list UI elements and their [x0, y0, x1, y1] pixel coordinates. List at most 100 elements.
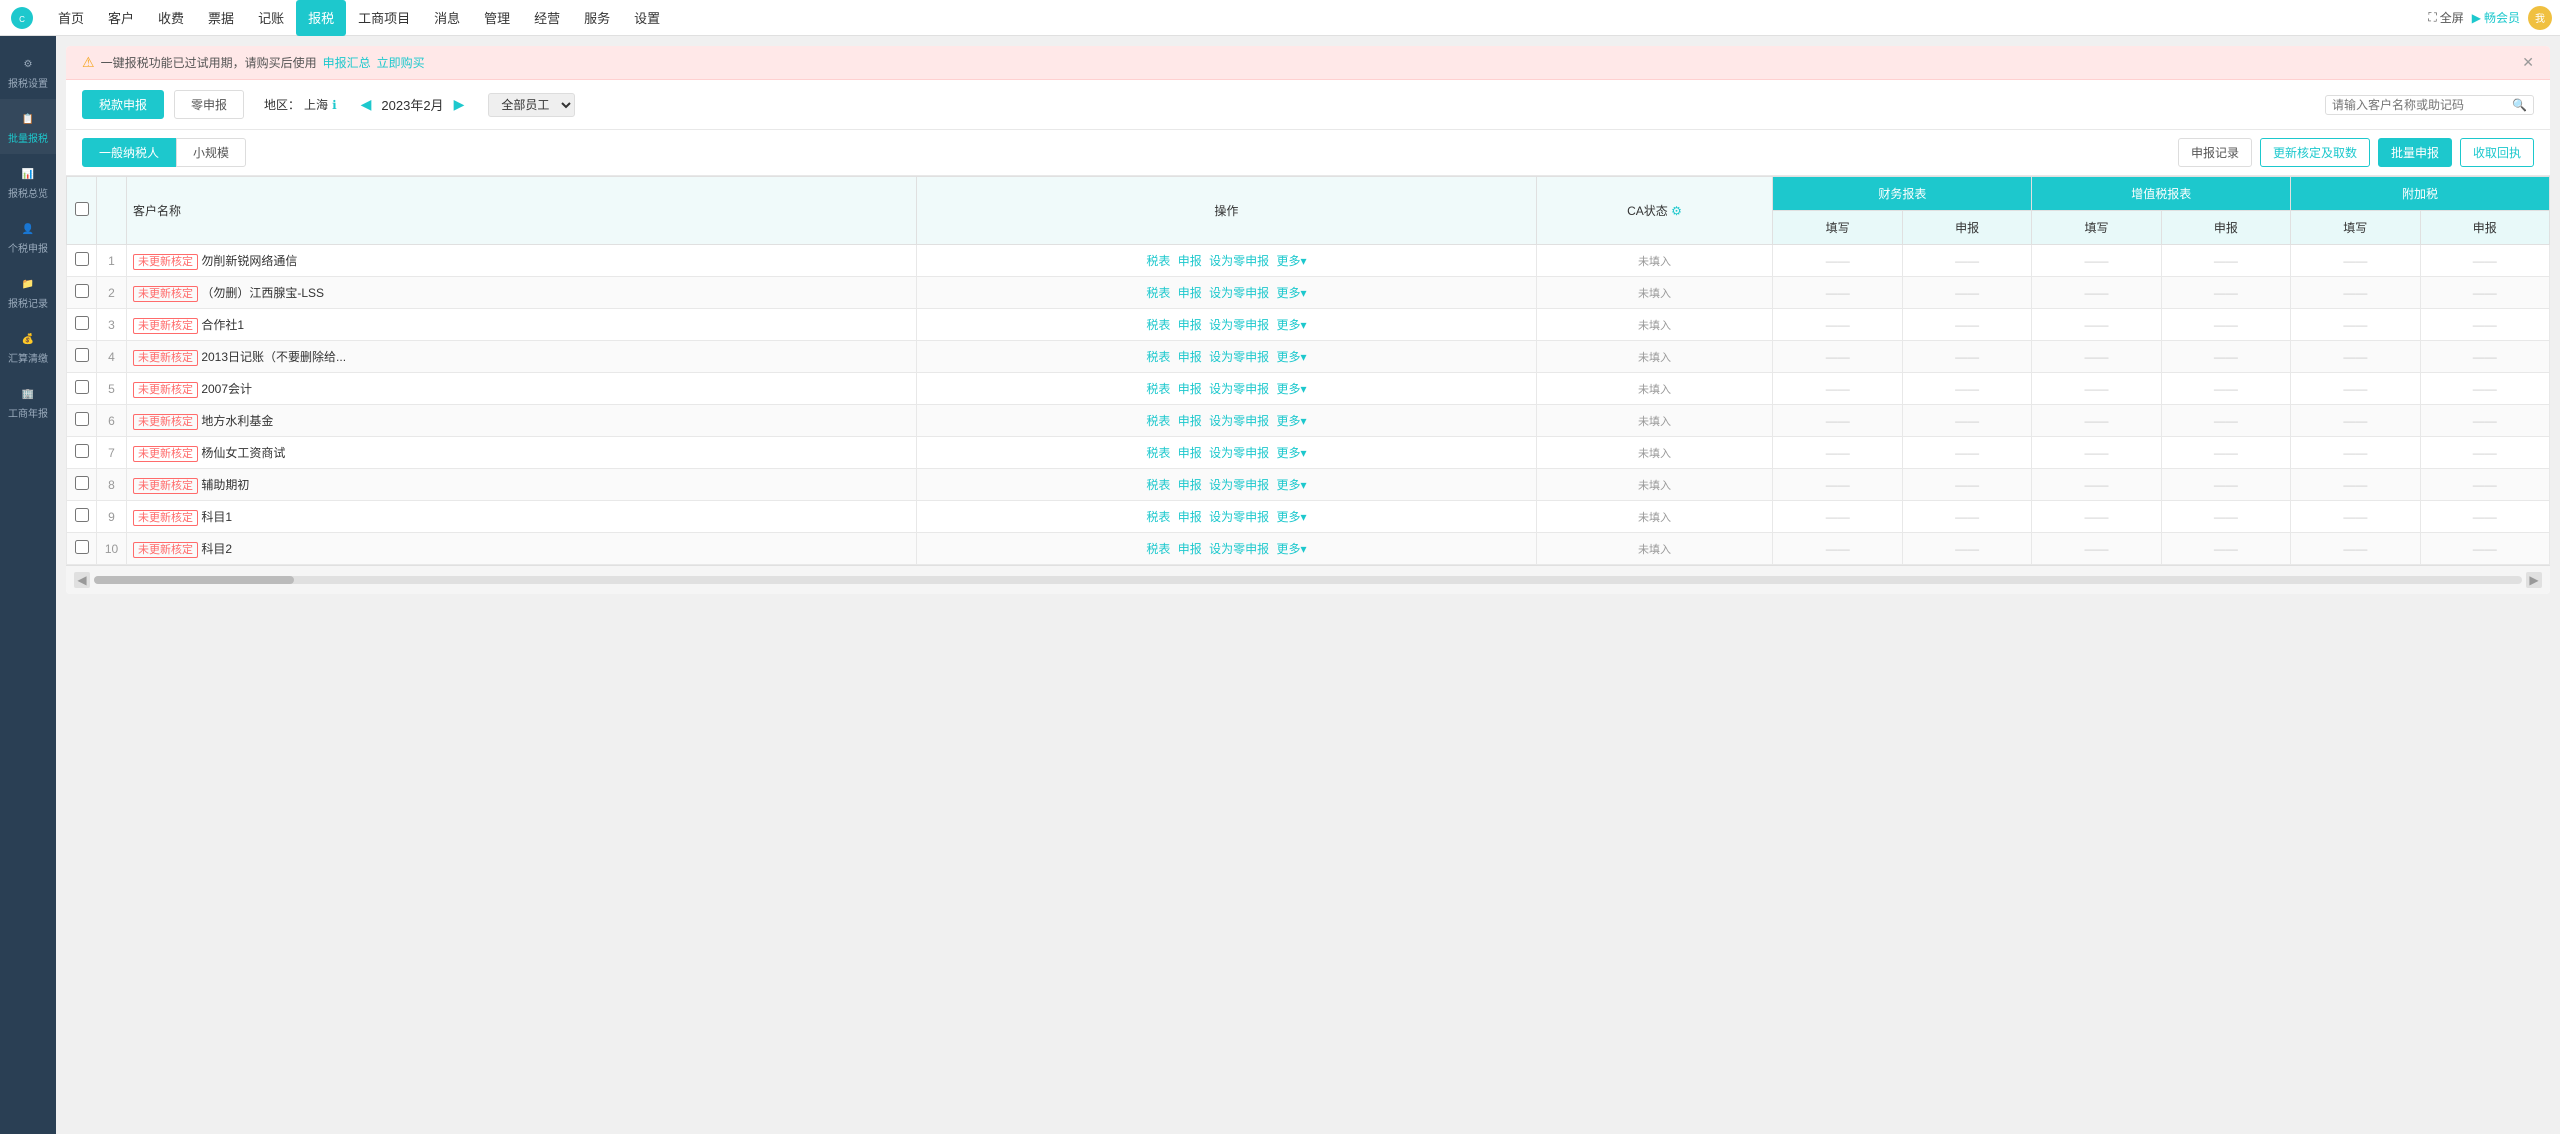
row-check-1[interactable] [75, 284, 89, 298]
next-month-button[interactable]: ▶ [450, 96, 469, 113]
row-check-4[interactable] [75, 380, 89, 394]
nav-bookkeeping[interactable]: 记账 [246, 0, 296, 36]
nav-invoice[interactable]: 票据 [196, 0, 246, 36]
op-declare-4[interactable]: 申报 [1176, 382, 1204, 396]
op-tax-form-9[interactable]: 税表 [1144, 542, 1172, 556]
declaration-record-button[interactable]: 申报记录 [2178, 138, 2252, 167]
avatar[interactable]: 我 [2528, 6, 2552, 30]
op-more-0[interactable]: 更多▾ [1274, 254, 1308, 268]
op-tax-form-2[interactable]: 税表 [1144, 318, 1172, 332]
op-tax-form-0[interactable]: 税表 [1144, 254, 1172, 268]
op-declare-9[interactable]: 申报 [1176, 542, 1204, 556]
op-zero-7[interactable]: 设为零申报 [1207, 478, 1271, 492]
trial-link-summary[interactable]: 申报汇总 [323, 54, 371, 71]
sidebar-item-annual-report[interactable]: 🏢 工商年报 [0, 374, 56, 429]
op-zero-6[interactable]: 设为零申报 [1207, 446, 1271, 460]
op-tax-form-3[interactable]: 税表 [1144, 350, 1172, 364]
op-more-3[interactable]: 更多▾ [1274, 350, 1308, 364]
sidebar-item-batch-tax[interactable]: 📋 批量报税 [0, 99, 56, 154]
nav-tax[interactable]: 报税 [296, 0, 346, 36]
nav-business[interactable]: 工商项目 [346, 0, 422, 36]
op-declare-1[interactable]: 申报 [1176, 286, 1204, 300]
op-tax-form-4[interactable]: 税表 [1144, 382, 1172, 396]
nav-client[interactable]: 客户 [96, 0, 146, 36]
op-more-6[interactable]: 更多▾ [1274, 446, 1308, 460]
trial-banner-close[interactable]: ✕ [2522, 54, 2534, 71]
op-more-2[interactable]: 更多▾ [1274, 318, 1308, 332]
scroll-track[interactable] [94, 576, 2522, 584]
trial-link-buy[interactable]: 立即购买 [377, 54, 425, 71]
op-tax-form-8[interactable]: 税表 [1144, 510, 1172, 524]
region-info-icon[interactable]: ℹ [332, 98, 337, 112]
nav-message[interactable]: 消息 [422, 0, 472, 36]
op-zero-5[interactable]: 设为零申报 [1207, 414, 1271, 428]
op-declare-3[interactable]: 申报 [1176, 350, 1204, 364]
op-more-9[interactable]: 更多▾ [1274, 542, 1308, 556]
op-zero-3[interactable]: 设为零申报 [1207, 350, 1271, 364]
tab-general-taxpayer[interactable]: 一般纳税人 [82, 138, 176, 167]
op-zero-2[interactable]: 设为零申报 [1207, 318, 1271, 332]
search-icon[interactable]: 🔍 [2512, 98, 2527, 112]
nav-service[interactable]: 服务 [572, 0, 622, 36]
row-check-7[interactable] [75, 476, 89, 490]
nav-operation[interactable]: 经营 [522, 0, 572, 36]
row-check-0[interactable] [75, 252, 89, 266]
op-more-4[interactable]: 更多▾ [1274, 382, 1308, 396]
op-declare-7[interactable]: 申报 [1176, 478, 1204, 492]
op-zero-9[interactable]: 设为零申报 [1207, 542, 1271, 556]
row-check-6[interactable] [75, 444, 89, 458]
row-fin-fill-2: —— [1773, 309, 1902, 341]
scroll-thumb[interactable] [94, 576, 294, 584]
row-extra-report-8: —— [2420, 501, 2549, 533]
op-more-8[interactable]: 更多▾ [1274, 510, 1308, 524]
batch-declare-button[interactable]: 批量申报 [2378, 138, 2452, 167]
scroll-right-button[interactable]: ▶ [2526, 572, 2542, 588]
row-check-2[interactable] [75, 316, 89, 330]
prev-month-button[interactable]: ◀ [357, 96, 376, 113]
tab-tax-declaration[interactable]: 税款申报 [82, 90, 164, 119]
op-declare-0[interactable]: 申报 [1176, 254, 1204, 268]
nav-manage[interactable]: 管理 [472, 0, 522, 36]
nav-home[interactable]: 首页 [46, 0, 96, 36]
op-tax-form-7[interactable]: 税表 [1144, 478, 1172, 492]
op-declare-8[interactable]: 申报 [1176, 510, 1204, 524]
op-tax-form-1[interactable]: 税表 [1144, 286, 1172, 300]
sidebar-item-tax-records[interactable]: 📁 报税记录 [0, 264, 56, 319]
op-tax-form-5[interactable]: 税表 [1144, 414, 1172, 428]
sidebar-item-personal-tax[interactable]: 👤 个税申报 [0, 209, 56, 264]
collect-receipt-button[interactable]: 收取回执 [2460, 138, 2534, 167]
sidebar-item-tax-overview[interactable]: 📊 报税总览 [0, 154, 56, 209]
row-tax-fill-5: —— [2032, 405, 2161, 437]
op-declare-6[interactable]: 申报 [1176, 446, 1204, 460]
op-more-1[interactable]: 更多▾ [1274, 286, 1308, 300]
tab-small-scale[interactable]: 小规模 [176, 138, 246, 167]
nav-billing[interactable]: 收费 [146, 0, 196, 36]
row-check-3[interactable] [75, 348, 89, 362]
row-check-5[interactable] [75, 412, 89, 426]
tab-zero-declaration[interactable]: 零申报 [174, 90, 244, 119]
row-tax-fill-9: —— [2032, 533, 2161, 565]
row-check-8[interactable] [75, 508, 89, 522]
fullscreen-button[interactable]: ⛶ 全屏 [2428, 9, 2463, 26]
sidebar-item-settlement[interactable]: 💰 汇算清缴 [0, 319, 56, 374]
row-check-9[interactable] [75, 540, 89, 554]
op-more-5[interactable]: 更多▾ [1274, 414, 1308, 428]
row-checkbox-6 [67, 437, 97, 469]
member-button[interactable]: ▶ 畅会员 [2472, 9, 2520, 26]
select-all-checkbox[interactable] [75, 202, 89, 216]
nav-settings[interactable]: 设置 [622, 0, 672, 36]
scroll-left-button[interactable]: ◀ [74, 572, 90, 588]
op-zero-0[interactable]: 设为零申报 [1207, 254, 1271, 268]
op-declare-5[interactable]: 申报 [1176, 414, 1204, 428]
op-tax-form-6[interactable]: 税表 [1144, 446, 1172, 460]
op-zero-8[interactable]: 设为零申报 [1207, 510, 1271, 524]
update-quota-button[interactable]: 更新核定及取数 [2260, 138, 2370, 167]
sidebar-item-tax-settings[interactable]: ⚙ 报税设置 [0, 44, 56, 99]
search-input[interactable] [2332, 98, 2512, 112]
staff-select[interactable]: 全部员工 [488, 93, 575, 117]
op-zero-4[interactable]: 设为零申报 [1207, 382, 1271, 396]
op-zero-1[interactable]: 设为零申报 [1207, 286, 1271, 300]
op-more-7[interactable]: 更多▾ [1274, 478, 1308, 492]
op-declare-2[interactable]: 申报 [1176, 318, 1204, 332]
row-fin-report-3: —— [1902, 341, 2031, 373]
